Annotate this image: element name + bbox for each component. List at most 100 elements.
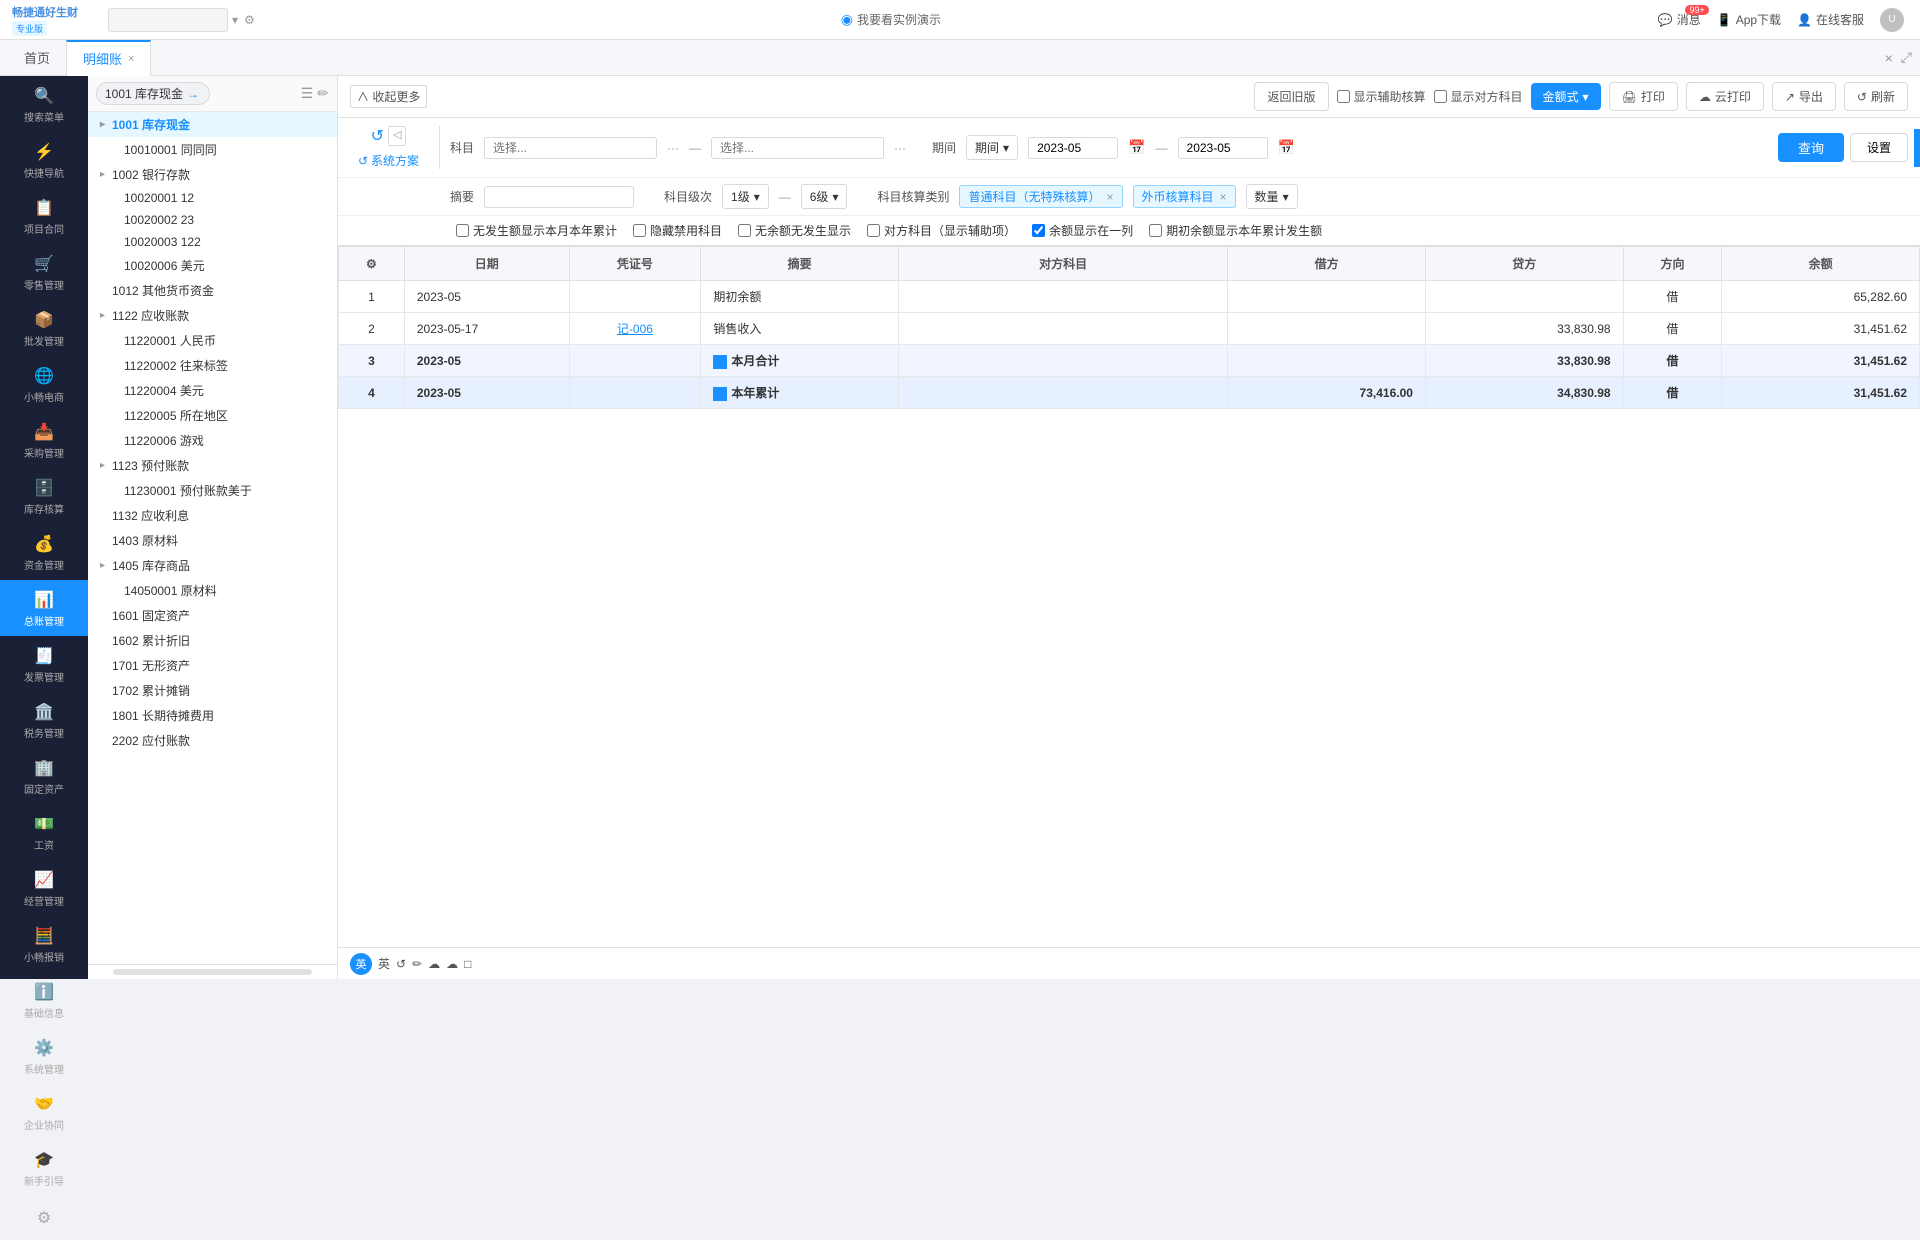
period-type-select[interactable]: 期间 ▾ [966, 135, 1018, 160]
checkbox-no-balance-show[interactable]: 无余额无发生显示 [738, 222, 851, 239]
status-edit-icon[interactable]: ✏ [412, 957, 422, 971]
filter-refresh-icon[interactable]: ↺ [371, 126, 384, 146]
filter-settings-btn[interactable]: 设置 [1850, 133, 1908, 162]
sidebar-item-purchase[interactable]: 📥 采购管理 [0, 412, 88, 468]
checkbox-opening-cumulative-input[interactable] [1149, 224, 1162, 237]
tree-node-1002[interactable]: ▸ 1002 银行存款 [88, 162, 337, 187]
sidebar-item-basic[interactable]: ℹ️ 基础信息 [0, 972, 88, 1028]
sidebar-item-quicknav[interactable]: ⚡ 快捷导航 [0, 132, 88, 188]
sidebar-item-project[interactable]: 📋 项目合同 [0, 188, 88, 244]
breadcrumb-selected[interactable]: 1001 库存现金 → [96, 82, 210, 105]
col-header-gear[interactable]: ⚙ [339, 247, 405, 281]
tree-node-10020006[interactable]: 10020006 美元 [88, 253, 337, 278]
tab-close-icon[interactable]: × [128, 53, 134, 65]
status-cloud2-icon[interactable]: ☁ [446, 957, 458, 971]
system-plan-link[interactable]: ↺ 系统方案 [358, 152, 419, 169]
status-window-icon[interactable]: □ [464, 957, 471, 971]
tree-node-11220006[interactable]: 11220006 游戏 [88, 428, 337, 453]
company-dropdown-icon[interactable]: ▾ [232, 13, 238, 27]
period-start-input[interactable] [1028, 137, 1118, 159]
tree-node-1012[interactable]: 1012 其他货币资金 [88, 278, 337, 303]
period-end-calendar-icon[interactable]: 📅 [1278, 139, 1295, 156]
sidebar-item-tax[interactable]: 🏛️ 税务管理 [0, 692, 88, 748]
normal-subject-tag[interactable]: 普通科目（无特殊核算） × [959, 185, 1122, 208]
query-btn[interactable]: 查询 [1778, 133, 1844, 162]
sidebar-item-search[interactable]: 🔍 搜索菜单 [0, 76, 88, 132]
filter-collapse-icon[interactable]: ◁ [388, 126, 406, 146]
export-btn[interactable]: ↗ 导出 [1772, 82, 1836, 111]
tree-node-1601[interactable]: 1601 固定资产 [88, 603, 337, 628]
sidebar-item-capital[interactable]: 💰 资金管理 [0, 524, 88, 580]
tree-node-10010001[interactable]: 10010001 同同同 [88, 137, 337, 162]
settings-icon[interactable]: ⚙ [244, 13, 255, 27]
row-voucher-2[interactable]: 记-006 [569, 313, 701, 345]
summary-input[interactable] [484, 186, 634, 208]
tree-node-1701[interactable]: 1701 无形资产 [88, 653, 337, 678]
show-counter-checkbox[interactable]: 显示对方科目 [1434, 88, 1523, 105]
quantity-select[interactable]: 数量 ▾ [1246, 184, 1298, 209]
tree-node-1801[interactable]: 1801 长期待摊费用 [88, 703, 337, 728]
collapse-arrow-icon[interactable]: ∧ 收起更多 [350, 85, 427, 108]
checkbox-balance-col[interactable]: 余额显示在一列 [1032, 222, 1133, 239]
checkbox-opening-cumulative[interactable]: 期初余额显示本年累计发生额 [1149, 222, 1322, 239]
sidebar-item-guide[interactable]: 🎓 新手引导 [0, 1140, 88, 1196]
subject-more-icon[interactable]: ··· [667, 141, 679, 155]
tree-node-11220004[interactable]: 11220004 美元 [88, 378, 337, 403]
checkbox-no-balance-input[interactable] [456, 224, 469, 237]
tree-node-1602[interactable]: 1602 累计折旧 [88, 628, 337, 653]
tree-node-11220001[interactable]: 11220001 人民币 [88, 328, 337, 353]
status-undo-icon[interactable]: ↺ [396, 957, 406, 971]
gear-icon[interactable]: ⚙ [366, 257, 377, 271]
checkbox-no-balance[interactable]: 无发生额显示本月本年累计 [456, 222, 617, 239]
tree-node-10020002[interactable]: 10020002 23 [88, 209, 337, 231]
checkbox-hide-disabled[interactable]: 隐藏禁用科目 [633, 222, 722, 239]
cloud-print-btn[interactable]: ☁ 云打印 [1686, 82, 1764, 111]
sidebar-item-operations[interactable]: 📈 经营管理 [0, 860, 88, 916]
level-end-select[interactable]: 6级 ▾ [801, 184, 848, 209]
sidebar-item-ecom[interactable]: 🌐 小畅电商 [0, 356, 88, 412]
show-aux-checkbox[interactable]: 显示辅助核算 [1337, 88, 1426, 105]
sidebar-item-sysmanage[interactable]: ⚙️ 系统管理 [0, 1028, 88, 1084]
refresh-btn[interactable]: ↺ 刷新 [1844, 82, 1908, 111]
app-download-btn[interactable]: 📱 App下载 [1717, 11, 1781, 28]
sidebar-item-inventory[interactable]: 🗄️ 库存核算 [0, 468, 88, 524]
tree-edit-icon[interactable]: ✏ [317, 85, 329, 102]
sidebar-item-invoice[interactable]: 🧾 发票管理 [0, 636, 88, 692]
normal-subject-remove[interactable]: × [1107, 190, 1114, 204]
period-calendar-icon[interactable]: 📅 [1128, 139, 1145, 156]
tree-node-1001[interactable]: ▸ 1001 库存现金 [88, 112, 337, 137]
level-start-select[interactable]: 1级 ▾ [722, 184, 769, 209]
tree-node-1122[interactable]: ▸ 1122 应收账款 [88, 303, 337, 328]
tree-node-2202[interactable]: 2202 应付账款 [88, 728, 337, 753]
tree-list-icon[interactable]: ☰ [301, 85, 314, 102]
tree-node-11220005[interactable]: 11220005 所在地区 [88, 403, 337, 428]
tab-home[interactable]: 首页 [8, 40, 66, 76]
checkbox-counter-show[interactable]: 对方科目（显示辅助项） [867, 222, 1016, 239]
print-btn[interactable]: 🖨 打印 [1609, 82, 1678, 111]
checkbox-balance-col-input[interactable] [1032, 224, 1045, 237]
sidebar-item-salary[interactable]: 💵 工资 [0, 804, 88, 860]
tab-close-window[interactable]: × [1885, 50, 1893, 66]
tree-node-1403[interactable]: 1403 原材料 [88, 528, 337, 553]
period-end-input[interactable] [1178, 137, 1268, 159]
company-selector[interactable]: ▾ ⚙ [108, 8, 825, 32]
tree-node-10020001[interactable]: 10020001 12 [88, 187, 337, 209]
subject-end-input[interactable] [711, 137, 884, 159]
tab-expand-window[interactable]: ⤢ [1901, 49, 1912, 66]
subject-input[interactable] [484, 137, 657, 159]
show-counter-input[interactable] [1434, 90, 1447, 103]
show-aux-input[interactable] [1337, 90, 1350, 103]
tree-node-1405[interactable]: ▸ 1405 库存商品 [88, 553, 337, 578]
tree-node-11230001[interactable]: 11230001 预付账款美于 [88, 478, 337, 503]
tree-node-11220002[interactable]: 11220002 往来标签 [88, 353, 337, 378]
online-service-btn[interactable]: 👤 在线客服 [1797, 11, 1864, 28]
status-cloud-icon[interactable]: ☁ [428, 957, 440, 971]
checkbox-no-balance-show-input[interactable] [738, 224, 751, 237]
checkbox-counter-show-input[interactable] [867, 224, 880, 237]
sidebar-item-wholesale[interactable]: 📦 批发管理 [0, 300, 88, 356]
tree-node-1123[interactable]: ▸ 1123 预付账款 [88, 453, 337, 478]
sidebar-item-fixed-assets[interactable]: 🏢 固定资产 [0, 748, 88, 804]
voucher-link-2[interactable]: 记-006 [617, 322, 653, 336]
tree-node-1132[interactable]: 1132 应收利息 [88, 503, 337, 528]
foreign-currency-tag[interactable]: 外币核算科目 × [1133, 185, 1236, 208]
